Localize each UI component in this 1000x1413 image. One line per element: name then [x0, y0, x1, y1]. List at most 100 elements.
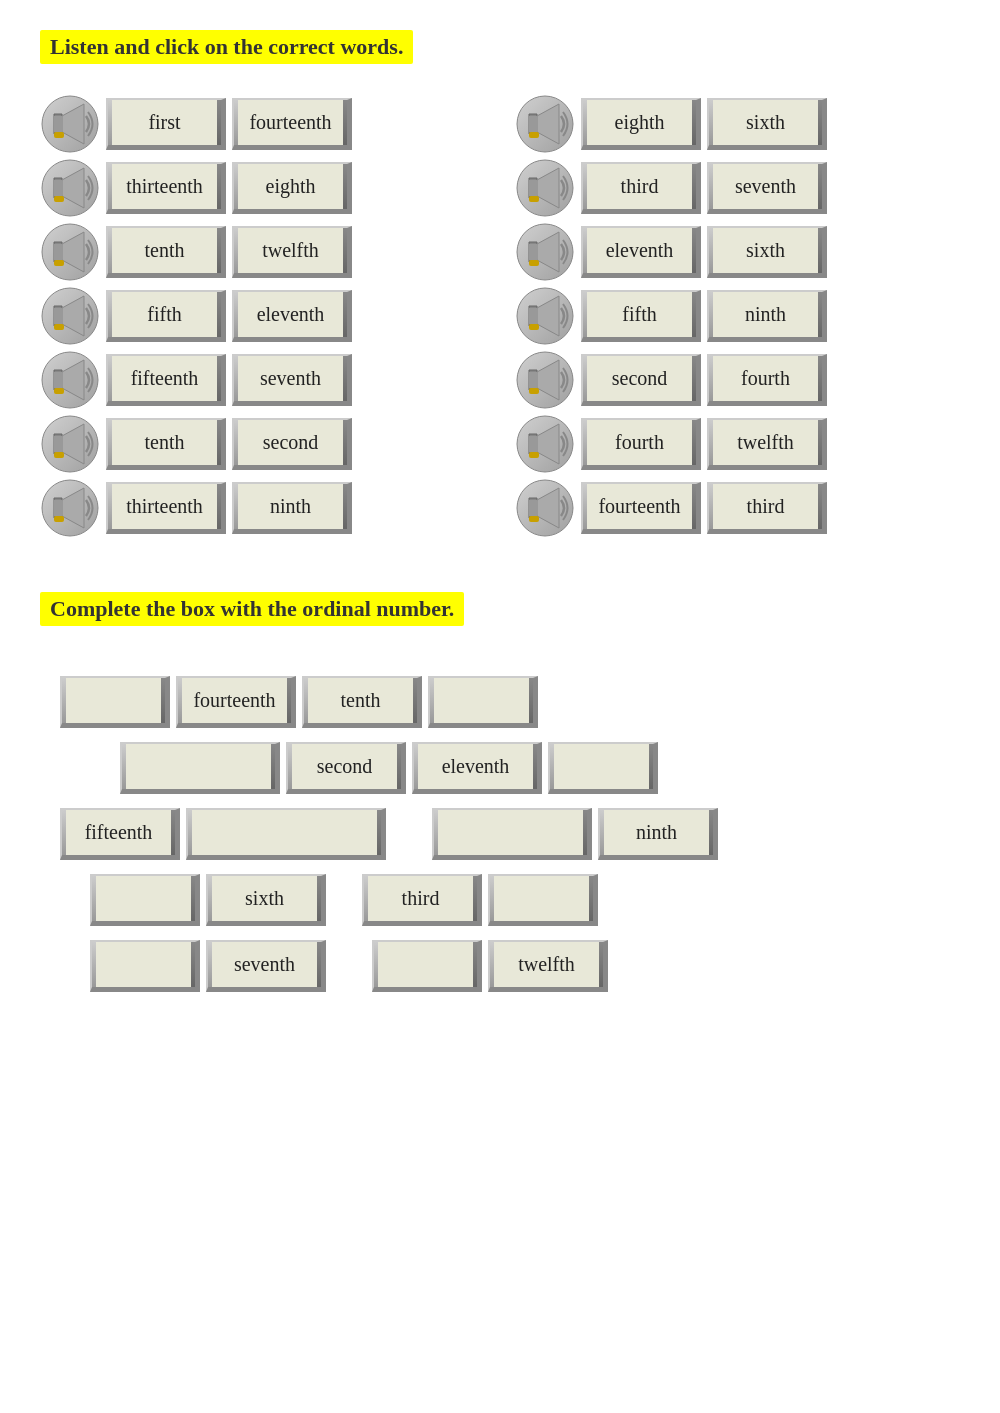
svg-rect-53	[529, 308, 537, 324]
word-button[interactable]: tenth	[302, 676, 422, 728]
speaker-icon[interactable]	[515, 414, 575, 474]
word-button[interactable]: ninth	[232, 482, 352, 534]
svg-rect-3	[54, 116, 62, 132]
empty-box[interactable]	[548, 742, 658, 794]
svg-rect-64	[529, 452, 539, 458]
word-button[interactable]: tenth	[106, 418, 226, 470]
listen-row: thirteenth eighth	[40, 158, 485, 218]
speaker-icon[interactable]	[40, 222, 100, 282]
complete-row-1: fourteenth tenth	[60, 676, 538, 728]
svg-rect-58	[529, 372, 537, 388]
empty-box[interactable]	[90, 874, 200, 926]
listen-row: third seventh	[515, 158, 960, 218]
svg-rect-14	[54, 260, 64, 266]
svg-rect-23	[54, 372, 62, 388]
speaker-icon[interactable]	[515, 94, 575, 154]
word-button[interactable]: sixth	[707, 226, 827, 278]
word-button[interactable]: seventh	[206, 940, 326, 992]
complete-row-4: sixth third	[90, 874, 598, 926]
svg-rect-54	[529, 324, 539, 330]
svg-rect-9	[54, 196, 64, 202]
empty-box[interactable]	[60, 676, 170, 728]
word-button[interactable]: fifth	[581, 290, 701, 342]
speaker-icon[interactable]	[40, 478, 100, 538]
word-button[interactable]: eleventh	[232, 290, 352, 342]
speaker-icon[interactable]	[515, 158, 575, 218]
speaker-icon[interactable]	[40, 350, 100, 410]
word-button[interactable]: second	[286, 742, 406, 794]
listen-row: fifth eleventh	[40, 286, 485, 346]
speaker-icon[interactable]	[515, 222, 575, 282]
word-button[interactable]: eighth	[581, 98, 701, 150]
word-button[interactable]: third	[581, 162, 701, 214]
speaker-icon[interactable]	[40, 414, 100, 474]
listen-row: fifteenth seventh	[40, 350, 485, 410]
svg-rect-68	[529, 500, 537, 516]
word-button[interactable]: first	[106, 98, 226, 150]
speaker-icon[interactable]	[40, 286, 100, 346]
svg-rect-4	[54, 132, 64, 138]
word-button[interactable]: seventh	[707, 162, 827, 214]
svg-rect-39	[529, 132, 539, 138]
empty-box[interactable]	[428, 676, 538, 728]
word-button[interactable]: seventh	[232, 354, 352, 406]
word-button[interactable]: eleventh	[581, 226, 701, 278]
speaker-icon[interactable]	[40, 158, 100, 218]
word-button[interactable]: ninth	[598, 808, 718, 860]
word-button[interactable]: thirteenth	[106, 162, 226, 214]
word-button[interactable]: eighth	[232, 162, 352, 214]
svg-rect-29	[54, 452, 64, 458]
speaker-icon[interactable]	[515, 350, 575, 410]
word-button[interactable]: twelfth	[707, 418, 827, 470]
empty-box[interactable]	[488, 874, 598, 926]
svg-rect-24	[54, 388, 64, 394]
speaker-icon[interactable]	[515, 286, 575, 346]
word-button[interactable]: second	[581, 354, 701, 406]
right-column: eighth sixth third seventh	[515, 94, 960, 542]
word-button[interactable]: fifth	[106, 290, 226, 342]
speaker-icon[interactable]	[40, 94, 100, 154]
word-button[interactable]: sixth	[707, 98, 827, 150]
word-button[interactable]: fifteenth	[106, 354, 226, 406]
svg-rect-69	[529, 516, 539, 522]
listen-row: fourteenth third	[515, 478, 960, 538]
listen-row: eighth sixth	[515, 94, 960, 154]
empty-box[interactable]	[432, 808, 592, 860]
word-button[interactable]: sixth	[206, 874, 326, 926]
svg-rect-63	[529, 436, 537, 452]
word-button[interactable]: fifteenth	[60, 808, 180, 860]
word-button[interactable]: second	[232, 418, 352, 470]
word-button[interactable]: ninth	[707, 290, 827, 342]
word-button[interactable]: fourteenth	[581, 482, 701, 534]
listen-row: tenth twelfth	[40, 222, 485, 282]
empty-box[interactable]	[90, 940, 200, 992]
word-button[interactable]: twelfth	[488, 940, 608, 992]
word-button[interactable]: eleventh	[412, 742, 542, 794]
svg-rect-19	[54, 324, 64, 330]
listen-row: second fourth	[515, 350, 960, 410]
complete-section: Complete the box with the ordinal number…	[40, 592, 960, 992]
word-button[interactable]: twelfth	[232, 226, 352, 278]
complete-row-3: fifteenth ninth	[60, 808, 718, 860]
svg-rect-33	[54, 500, 62, 516]
listen-section: Listen and click on the correct words.	[40, 30, 960, 542]
complete-grid: fourteenth tenth second eleventh fifteen…	[40, 676, 960, 992]
word-button[interactable]: fourth	[581, 418, 701, 470]
svg-rect-59	[529, 388, 539, 394]
word-button[interactable]: third	[707, 482, 827, 534]
word-button[interactable]: tenth	[106, 226, 226, 278]
word-button[interactable]: fourteenth	[176, 676, 296, 728]
speaker-icon[interactable]	[515, 478, 575, 538]
empty-box[interactable]	[120, 742, 280, 794]
empty-box[interactable]	[186, 808, 386, 860]
listen-row: first fourteenth	[40, 94, 485, 154]
empty-box[interactable]	[372, 940, 482, 992]
complete-row-5: seventh twelfth	[90, 940, 608, 992]
word-button[interactable]: thirteenth	[106, 482, 226, 534]
listen-row: fifth ninth	[515, 286, 960, 346]
word-button[interactable]: third	[362, 874, 482, 926]
listen-row: eleventh sixth	[515, 222, 960, 282]
word-button[interactable]: fourteenth	[232, 98, 352, 150]
left-column: first fourteenth thirteenth eighth	[40, 94, 485, 542]
word-button[interactable]: fourth	[707, 354, 827, 406]
